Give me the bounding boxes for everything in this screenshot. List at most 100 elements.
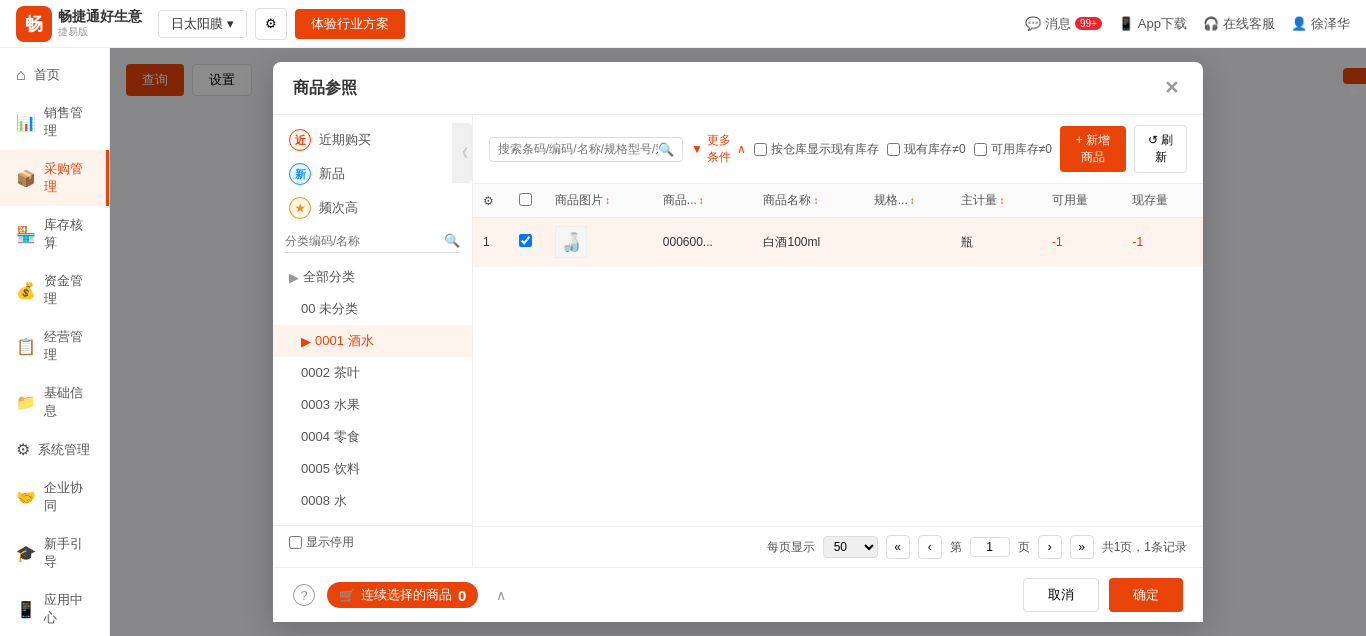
recent-icon: 近 — [289, 129, 311, 151]
confirm-button[interactable]: 确定 — [1109, 578, 1183, 612]
product-search-input[interactable] — [498, 142, 658, 156]
sort-icon: ↕ — [699, 195, 704, 206]
refresh-button[interactable]: ↺ 刷新 — [1134, 125, 1187, 173]
message-icon: 💬 — [1025, 16, 1041, 31]
sidebar-item-inventory[interactable]: 🏪 库存核算 — [0, 206, 109, 262]
sort-icon: ↕ — [813, 195, 818, 206]
online-service-btn[interactable]: 🎧 在线客服 — [1203, 15, 1275, 33]
cell-stock: -1 — [1122, 218, 1203, 267]
category-water[interactable]: 0008 水 — [273, 485, 472, 517]
nav-right: 💬 消息 99+ 📱 App下载 🎧 在线客服 👤 徐泽华 — [1025, 15, 1350, 33]
category-tea[interactable]: 0002 茶叶 — [273, 357, 472, 389]
cell-checkbox[interactable] — [509, 218, 545, 267]
show-disabled-label: 显示停用 — [289, 534, 354, 551]
message-btn[interactable]: 💬 消息 99+ — [1025, 15, 1102, 33]
col-code-header: 商品... ↕ — [653, 184, 754, 218]
category-label: 0001 酒水 — [315, 332, 374, 350]
col-stock-header: 现存量 — [1122, 184, 1203, 218]
sidebar-item-guide[interactable]: 🎓 新手引导 — [0, 525, 109, 581]
category-fruit[interactable]: 0003 水果 — [273, 389, 472, 421]
modal-toolbar: 🔍 ▼ 更多条件 ∧ 按仓库显示现有库存 — [473, 115, 1203, 184]
next-page-btn[interactable]: › — [1038, 535, 1062, 559]
inventory-icon: 🏪 — [16, 225, 36, 244]
prev-page-btn[interactable]: ‹ — [918, 535, 942, 559]
modal-body: 近 近期购买 新 新品 ★ 频次高 — [273, 115, 1203, 567]
modal-footer: ? 🛒 连续选择的商品 0 ∧ 取消 确定 — [273, 567, 1203, 622]
search-icon[interactable]: 🔍 — [658, 142, 674, 157]
category-drink[interactable]: 0005 饮料 — [273, 453, 472, 485]
home-icon: ⌂ — [16, 66, 26, 84]
category-liquor[interactable]: ▶ 0001 酒水 — [273, 325, 472, 357]
system-icon: ⚙ — [16, 440, 30, 459]
sidebar-item-purchase[interactable]: 📦 采购管理 — [0, 150, 109, 206]
cancel-button[interactable]: 取消 — [1023, 578, 1099, 612]
sidebar-item-basic[interactable]: 📁 基础信息 — [0, 374, 109, 430]
filter-arrow-icon: ∧ — [737, 142, 746, 156]
add-product-button[interactable]: + 新增商品 — [1060, 126, 1126, 172]
category-snack[interactable]: 0004 零食 — [273, 421, 472, 453]
nav-label: 近期购买 — [319, 131, 371, 149]
page-number-input[interactable] — [970, 537, 1010, 557]
nav-recent-purchase[interactable]: 近 近期购买 — [273, 123, 452, 157]
sidebar-item-enterprise[interactable]: 🤝 企业协同 — [0, 469, 109, 525]
col-name-header: 商品名称 ↕ — [753, 184, 863, 218]
category-uncategorized[interactable]: 00 未分类 — [273, 293, 472, 325]
company-dropdown[interactable]: 日太阳膜 ▾ — [158, 10, 247, 38]
nav-center: 日太阳膜 ▾ ⚙ 体验行业方案 — [158, 8, 1025, 40]
message-badge: 99+ — [1075, 17, 1102, 30]
help-button[interactable]: ? — [293, 584, 315, 606]
sidebar-item-label: 经营管理 — [44, 328, 93, 364]
settings-button[interactable]: ⚙ — [255, 8, 287, 40]
first-page-btn[interactable]: « — [886, 535, 910, 559]
footer-right: 取消 确定 — [1023, 578, 1183, 612]
sidebar-item-operation[interactable]: 📋 经营管理 — [0, 318, 109, 374]
col-settings[interactable]: ⚙ — [473, 184, 509, 218]
check-warehouse[interactable] — [754, 143, 767, 156]
check-existing[interactable] — [887, 143, 900, 156]
search-icon[interactable]: 🔍 — [444, 233, 460, 248]
category-list: ▶ 全部分类 00 未分类 ▶ 0001 酒水 0002 茶 — [273, 261, 472, 525]
sidebar-item-apps[interactable]: 📱 应用中心 — [0, 581, 109, 636]
last-page-btn[interactable]: » — [1070, 535, 1094, 559]
category-search-input[interactable] — [285, 234, 444, 248]
sidebar-item-finance[interactable]: 💰 资金管理 — [0, 262, 109, 318]
nav-high-freq[interactable]: ★ 频次高 — [273, 191, 452, 225]
app-download-btn[interactable]: 📱 App下载 — [1118, 15, 1187, 33]
sidebar-item-home[interactable]: ⌂ 首页 — [0, 56, 109, 94]
exp-btn[interactable]: 体验行业方案 — [295, 9, 405, 39]
user-menu[interactable]: 👤 徐泽华 — [1291, 15, 1350, 33]
sidebar: ⌂ 首页 📊 销售管理 📦 采购管理 🏪 库存核算 💰 资金管理 📋 经营管理 … — [0, 48, 110, 636]
check-warehouse-label: 按仓库显示现有库存 — [754, 141, 879, 158]
check-available-label: 可用库存≠0 — [974, 141, 1052, 158]
nav-new-product[interactable]: 新 新品 — [273, 157, 452, 191]
logo-area: 畅 畅捷通好生意 捷易版 — [16, 6, 142, 42]
brand-name: 畅捷通好生意 — [58, 8, 142, 25]
table-row[interactable]: 1 🍶 000600... 白酒100ml 瓶 — [473, 218, 1203, 267]
sort-icon: ↕ — [910, 195, 915, 206]
show-disabled-checkbox[interactable] — [289, 536, 302, 549]
category-all[interactable]: ▶ 全部分类 — [273, 261, 472, 293]
collapse-panel-btn[interactable]: 《 — [452, 123, 472, 183]
sidebar-item-label: 企业协同 — [44, 479, 93, 515]
check-available[interactable] — [974, 143, 987, 156]
per-page-select[interactable]: 50 100 — [823, 536, 878, 558]
cart-continuous-select[interactable]: 🛒 连续选择的商品 0 — [327, 582, 478, 608]
main-layout: ⌂ 首页 📊 销售管理 📦 采购管理 🏪 库存核算 💰 资金管理 📋 经营管理 … — [0, 48, 1366, 636]
scroll-up-btn[interactable]: ∧ — [490, 584, 512, 606]
category-label: 0004 零食 — [301, 429, 360, 444]
cart-label: 连续选择的商品 — [361, 586, 452, 604]
product-reference-modal: 商品参照 ✕ 近 近期购买 — [273, 62, 1203, 622]
headset-icon: 🎧 — [1203, 16, 1219, 31]
operation-icon: 📋 — [16, 337, 36, 356]
sidebar-item-sales[interactable]: 📊 销售管理 — [0, 94, 109, 150]
sidebar-item-system[interactable]: ⚙ 系统管理 — [0, 430, 109, 469]
category-appliance[interactable]: 0010 家电 — [273, 517, 472, 525]
nav-label: 频次高 — [319, 199, 358, 217]
sort-icon: ↕ — [605, 195, 610, 206]
sidebar-item-label: 系统管理 — [38, 441, 90, 459]
sidebar-item-label: 基础信息 — [44, 384, 93, 420]
filter-btn[interactable]: ▼ 更多条件 ∧ — [691, 132, 746, 166]
category-label: 全部分类 — [303, 268, 355, 286]
col-checkbox-header[interactable] — [509, 184, 545, 218]
modal-close-button[interactable]: ✕ — [1159, 76, 1183, 100]
